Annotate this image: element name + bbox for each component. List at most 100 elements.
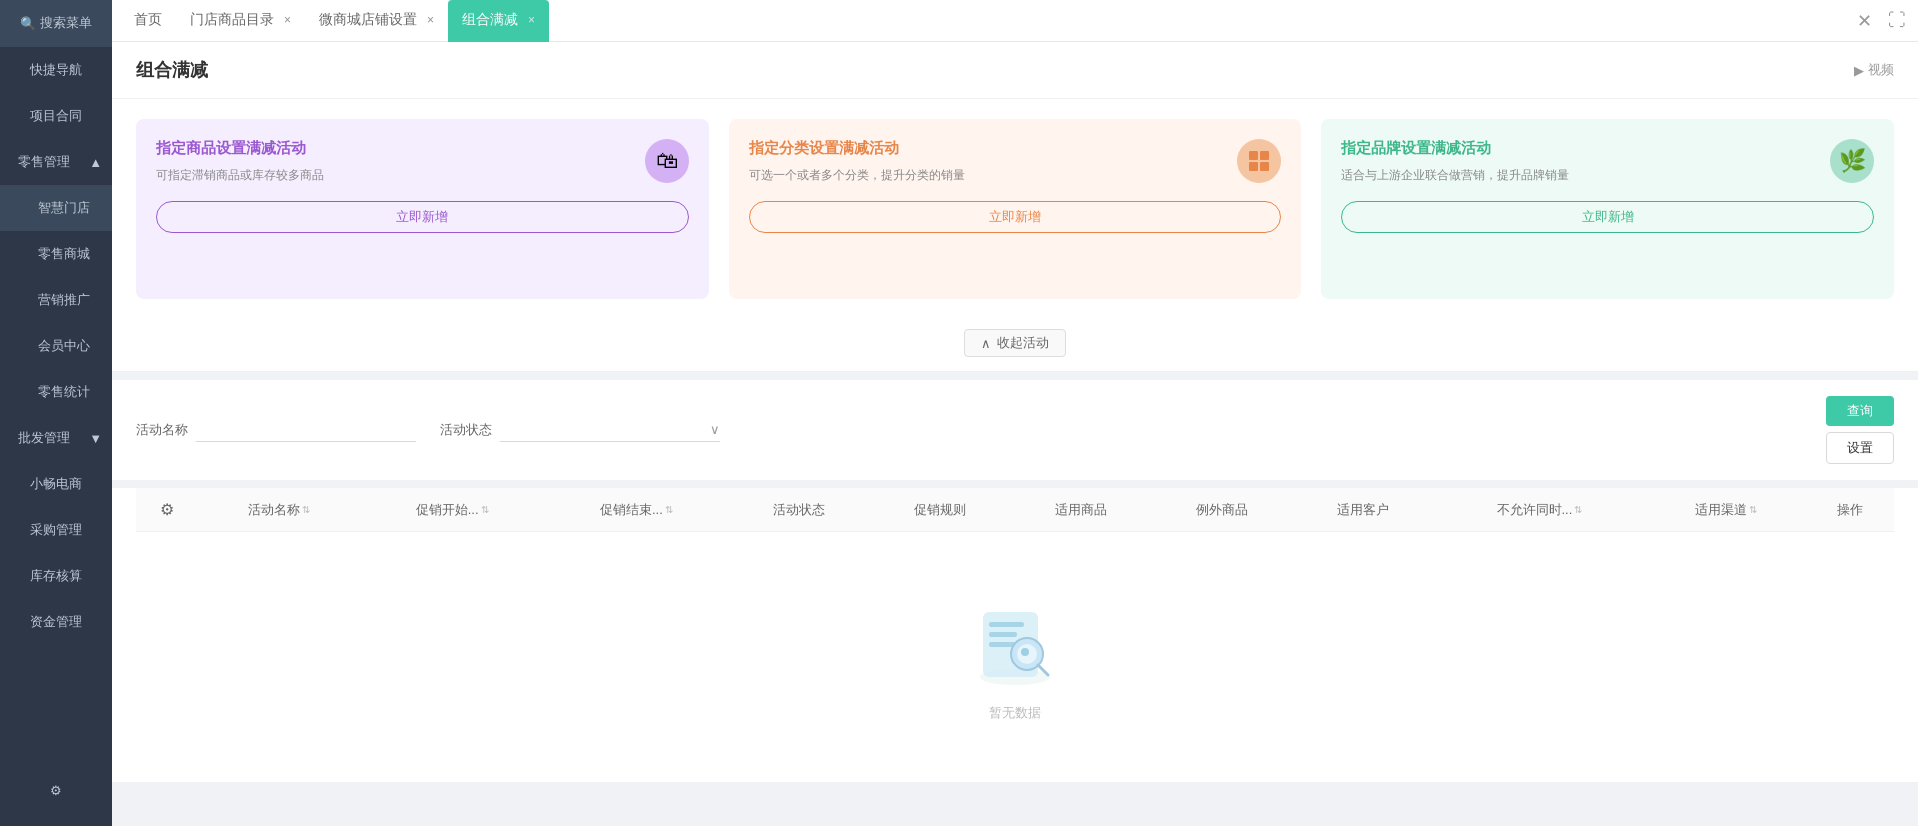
tab-home-label: 首页 bbox=[134, 11, 162, 29]
card-goods-add-btn[interactable]: 立即新增 bbox=[156, 201, 689, 233]
card-brand-icon: 🌿 bbox=[1830, 139, 1874, 183]
card-brand-title: 指定品牌设置满减活动 bbox=[1341, 139, 1569, 158]
sort-icon: ⇅ bbox=[665, 504, 673, 515]
tab-store-catalog[interactable]: 门店商品目录 × bbox=[176, 0, 305, 42]
svg-point-12 bbox=[1021, 648, 1029, 656]
card-goods-icon: 🛍 bbox=[645, 139, 689, 183]
sidebar-label-quick-nav: 快捷导航 bbox=[30, 61, 82, 79]
sidebar-item-smart-store[interactable]: 智慧门店 bbox=[0, 185, 112, 231]
tab-bar: 首页 门店商品目录 × 微商城店铺设置 × 组合满减 × ✕ ⛶ bbox=[112, 0, 1918, 42]
card-brand-add-btn[interactable]: 立即新增 bbox=[1341, 201, 1874, 233]
tab-wechat-store-label: 微商城店铺设置 bbox=[319, 11, 417, 29]
sidebar-search[interactable]: 🔍 搜索菜单 bbox=[0, 0, 112, 46]
chevron-down-icon: ▼ bbox=[89, 431, 102, 446]
activity-status-select[interactable]: ∨ bbox=[500, 418, 720, 442]
collapse-btn-label: 收起活动 bbox=[997, 334, 1049, 352]
sidebar-item-wholesale-mgmt[interactable]: 批发管理 ▼ bbox=[0, 415, 112, 461]
sidebar-settings[interactable]: ⚙ bbox=[42, 769, 70, 812]
video-label: 视频 bbox=[1868, 61, 1894, 79]
card-category-add-btn[interactable]: 立即新增 bbox=[749, 201, 1282, 233]
card-brand-desc: 适合与上游企业联合做营销，提升品牌销量 bbox=[1341, 166, 1569, 185]
content-area: 组合满减 ▶ 视频 指定商品设置满减活动 可指定滞销商品或库存较多商品 🛍 bbox=[112, 42, 1918, 826]
card-category-icon bbox=[1237, 139, 1281, 183]
tab-combo-discount-label: 组合满减 bbox=[462, 11, 518, 29]
empty-illustration bbox=[955, 592, 1075, 692]
filter-activity-status: 活动状态 ∨ bbox=[440, 418, 720, 442]
activity-name-input[interactable] bbox=[196, 418, 416, 442]
sidebar-label-smart-store: 智慧门店 bbox=[38, 199, 90, 217]
sidebar-label-xiaochang: 小畅电商 bbox=[30, 475, 82, 493]
card-goods-desc: 可指定滞销商品或库存较多商品 bbox=[156, 166, 324, 185]
tab-store-catalog-close[interactable]: × bbox=[284, 13, 291, 27]
query-button[interactable]: 查询 bbox=[1826, 396, 1894, 426]
sidebar-label-member-center: 会员中心 bbox=[38, 337, 90, 355]
sidebar-item-marketing[interactable]: 营销推广 bbox=[0, 277, 112, 323]
card-specify-brand: 指定品牌设置满减活动 适合与上游企业联合做营销，提升品牌销量 🌿 立即新增 bbox=[1321, 119, 1894, 299]
filter-buttons: 查询 设置 bbox=[1826, 396, 1894, 464]
sidebar-item-purchase-mgmt[interactable]: 采购管理 bbox=[0, 507, 112, 553]
col-promo-end[interactable]: 促销结束... ⇅ bbox=[544, 488, 728, 532]
card-category-desc: 可选一个或者多个分类，提升分类的销量 bbox=[749, 166, 965, 185]
sort-icon: ⇅ bbox=[1574, 504, 1582, 515]
fullscreen-icon[interactable]: ⛶ bbox=[1884, 6, 1910, 35]
window-close-icon[interactable]: ✕ bbox=[1853, 6, 1876, 36]
collapse-activities-btn[interactable]: ∧ 收起活动 bbox=[964, 329, 1066, 357]
table-section: ⚙ 活动名称 ⇅ 促销开始... ⇅ bbox=[112, 488, 1918, 782]
main-area: 首页 门店商品目录 × 微商城店铺设置 × 组合满减 × ✕ ⛶ 组合满减 ▶ … bbox=[112, 0, 1918, 826]
empty-state: 暂无数据 bbox=[136, 532, 1894, 782]
tab-home[interactable]: 首页 bbox=[120, 0, 176, 42]
sidebar-label-inventory: 库存核算 bbox=[30, 567, 82, 585]
sidebar-item-quick-nav[interactable]: 快捷导航 bbox=[0, 47, 112, 93]
col-promo-start[interactable]: 促销开始... ⇅ bbox=[360, 488, 544, 532]
chevron-up-icon: ∧ bbox=[981, 336, 991, 351]
settings-button[interactable]: 设置 bbox=[1826, 432, 1894, 464]
svg-rect-2 bbox=[1249, 162, 1258, 171]
video-link[interactable]: ▶ 视频 bbox=[1854, 61, 1894, 79]
sidebar-label-retail-mall: 零售商城 bbox=[38, 245, 90, 263]
sidebar-item-retail-mgmt[interactable]: 零售管理 ▲ bbox=[0, 139, 112, 185]
svg-rect-6 bbox=[989, 622, 1024, 627]
filter-activity-name: 活动名称 bbox=[136, 418, 416, 442]
sidebar-item-xiaochang[interactable]: 小畅电商 bbox=[0, 461, 112, 507]
sidebar-label-marketing: 营销推广 bbox=[38, 291, 90, 309]
sidebar-label-finance: 资金管理 bbox=[30, 613, 82, 631]
col-applicable-goods: 适用商品 bbox=[1011, 488, 1152, 532]
col-activity-status: 活动状态 bbox=[729, 488, 870, 532]
sort-icon: ⇅ bbox=[481, 504, 489, 515]
card-specify-category: 指定分类设置满减活动 可选一个或者多个分类，提升分类的销量 bbox=[729, 119, 1302, 299]
gear-icon[interactable]: ⚙ bbox=[160, 501, 174, 518]
cards-section: 指定商品设置满减活动 可指定滞销商品或库存较多商品 🛍 立即新增 指定分类设置满… bbox=[112, 99, 1918, 319]
sidebar-label-purchase-mgmt: 采购管理 bbox=[30, 521, 82, 539]
page-header: 组合满减 ▶ 视频 bbox=[112, 42, 1918, 99]
tab-wechat-store[interactable]: 微商城店铺设置 × bbox=[305, 0, 448, 42]
filter-section: 活动名称 活动状态 ∨ 查询 设置 bbox=[112, 380, 1918, 480]
col-applicable-channel[interactable]: 适用渠道 ⇅ bbox=[1645, 488, 1807, 532]
col-operation: 操作 bbox=[1807, 488, 1894, 532]
sidebar-item-member-center[interactable]: 会员中心 bbox=[0, 323, 112, 369]
sidebar-label-retail-stats: 零售统计 bbox=[38, 383, 90, 401]
sidebar-item-retail-mall[interactable]: 零售商城 bbox=[0, 231, 112, 277]
col-settings[interactable]: ⚙ bbox=[136, 488, 198, 532]
chevron-down-icon: ∨ bbox=[710, 422, 720, 437]
sidebar-label-retail-mgmt: 零售管理 bbox=[18, 153, 70, 171]
card-goods-title: 指定商品设置满减活动 bbox=[156, 139, 324, 158]
sort-icon: ⇅ bbox=[1749, 504, 1757, 515]
search-icon: 🔍 bbox=[20, 16, 36, 31]
sidebar-item-finance[interactable]: 资金管理 bbox=[0, 599, 112, 645]
card-specify-goods: 指定商品设置满减活动 可指定滞销商品或库存较多商品 🛍 立即新增 bbox=[136, 119, 709, 299]
sidebar-search-label: 搜索菜单 bbox=[40, 14, 92, 32]
sidebar-item-project-contract[interactable]: 项目合同 bbox=[0, 93, 112, 139]
tab-combo-discount-close[interactable]: × bbox=[528, 13, 535, 27]
sidebar-item-retail-stats[interactable]: 零售统计 bbox=[0, 369, 112, 415]
tab-wechat-store-close[interactable]: × bbox=[427, 13, 434, 27]
col-exception-goods: 例外商品 bbox=[1152, 488, 1293, 532]
sidebar-label-wholesale-mgmt: 批发管理 bbox=[18, 429, 70, 447]
empty-text: 暂无数据 bbox=[989, 704, 1041, 722]
play-icon: ▶ bbox=[1854, 63, 1864, 78]
sidebar: 🔍 搜索菜单 快捷导航 项目合同 零售管理 ▲ 智慧门店 零售商城 营销推广 会… bbox=[0, 0, 112, 826]
col-activity-name[interactable]: 活动名称 ⇅ bbox=[198, 488, 360, 532]
tab-combo-discount[interactable]: 组合满减 × bbox=[448, 0, 549, 42]
collapse-bar: ∧ 收起活动 bbox=[112, 319, 1918, 372]
sidebar-item-inventory[interactable]: 库存核算 bbox=[0, 553, 112, 599]
col-no-concurrent[interactable]: 不允许同时... ⇅ bbox=[1434, 488, 1645, 532]
